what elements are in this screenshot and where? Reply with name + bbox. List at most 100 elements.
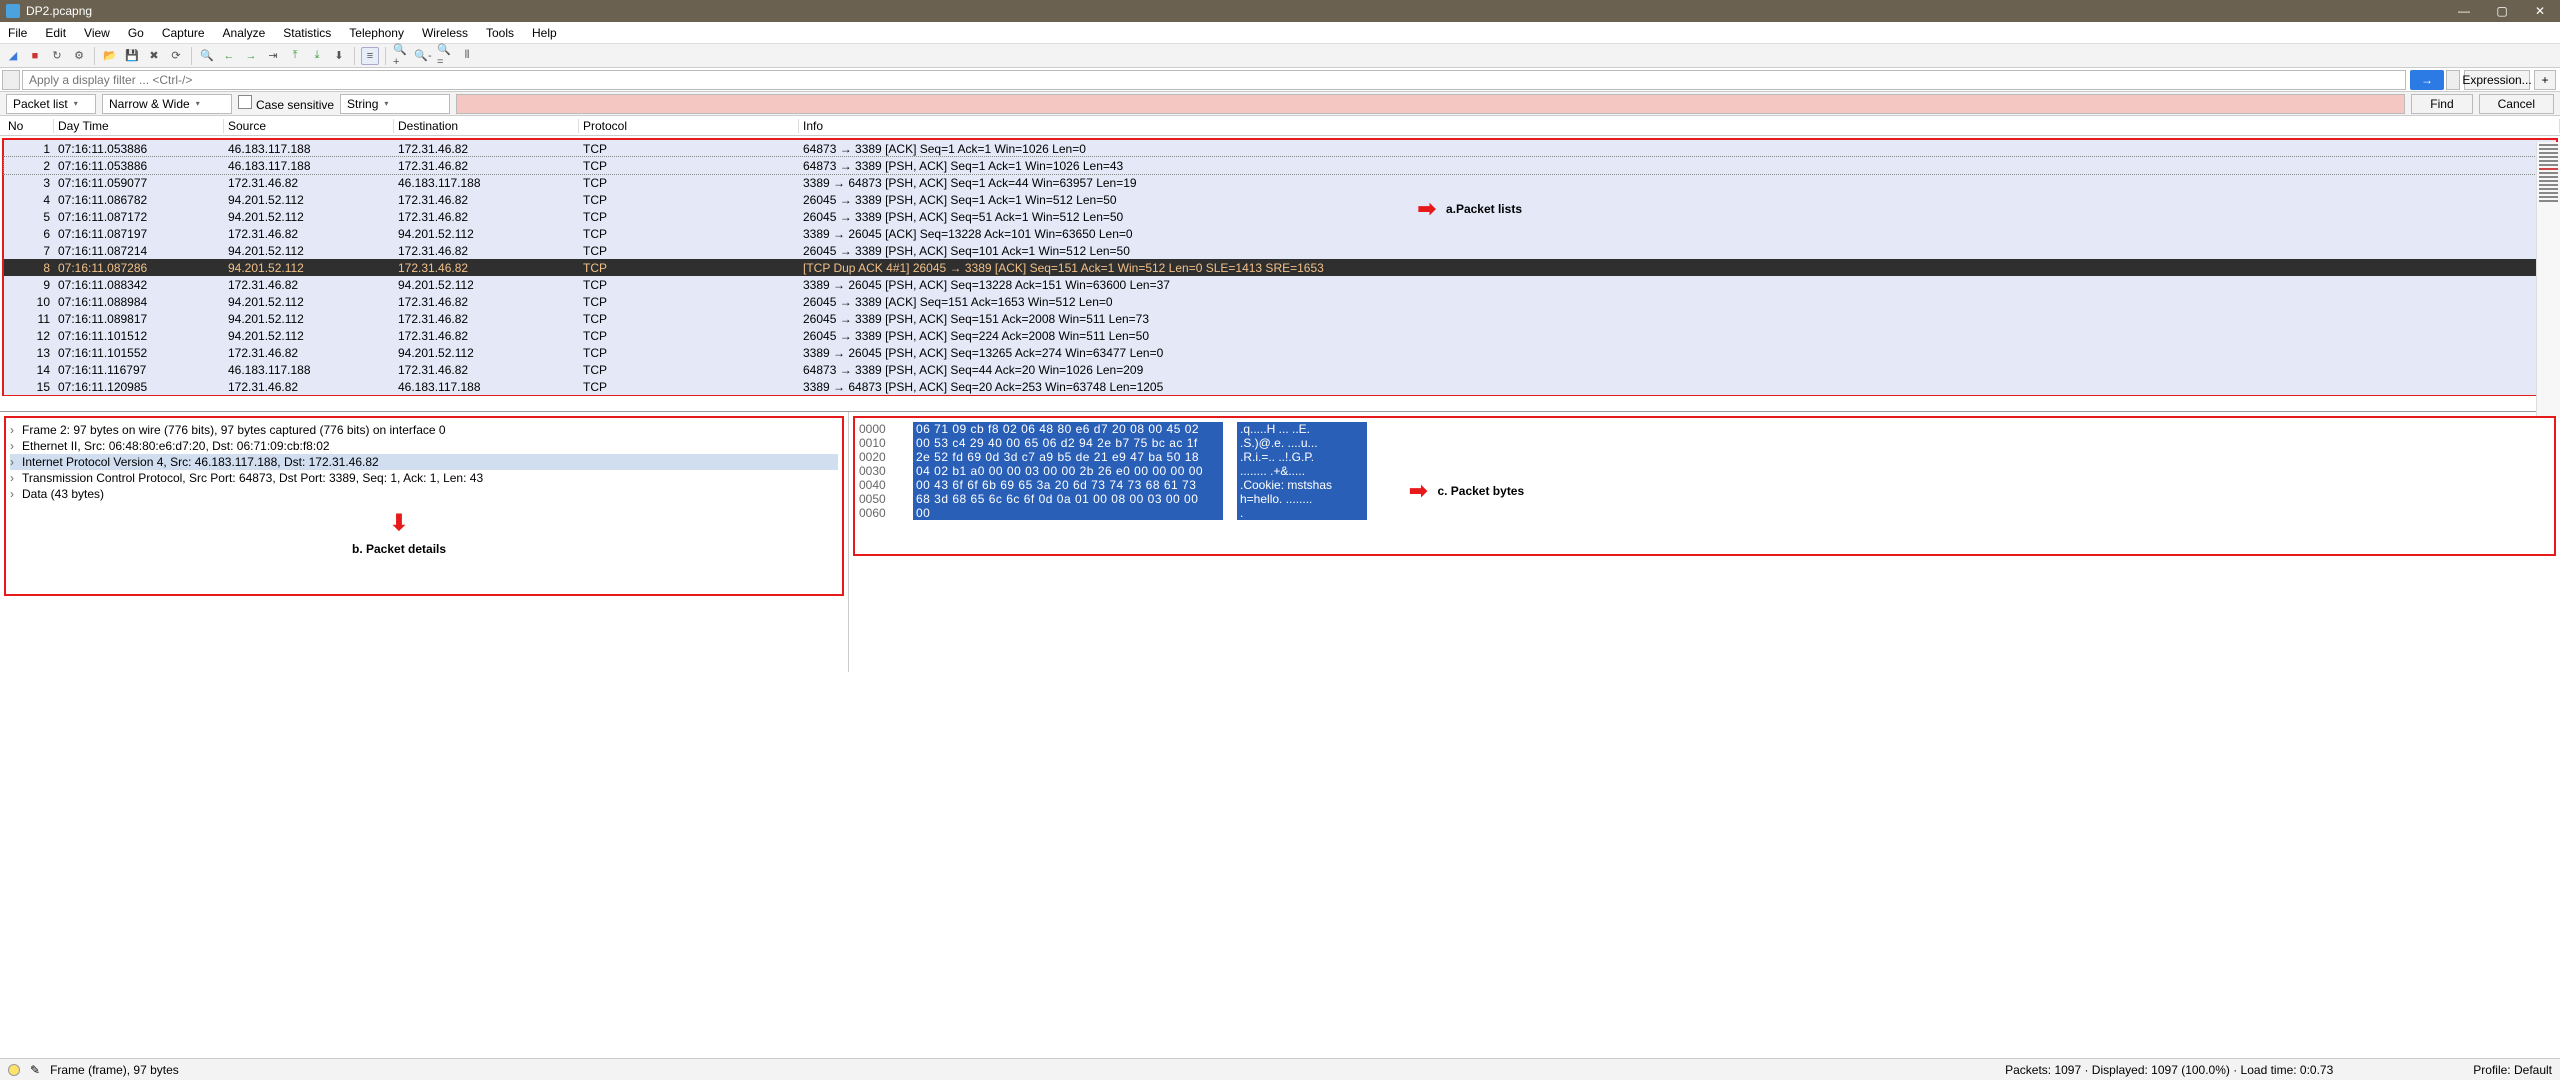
zoom-out-icon[interactable]: 🔍- [414, 47, 432, 65]
status-profile[interactable]: Profile: Default [2473, 1063, 2552, 1077]
colorize-icon[interactable]: ≡ [361, 47, 379, 65]
statusbar: ✎ Frame (frame), 97 bytes Packets: 1097 … [0, 1058, 2560, 1080]
menu-file[interactable]: File [8, 26, 27, 40]
save-file-icon[interactable]: 💾 [123, 47, 141, 65]
annotation-packet-bytes: c. Packet bytes [1409, 478, 1524, 504]
table-row[interactable]: 607:16:11.087197172.31.46.8294.201.52.11… [4, 225, 2556, 242]
find-type-combo[interactable]: String [340, 94, 450, 114]
close-file-icon[interactable]: ✖ [145, 47, 163, 65]
expression-button[interactable]: Expression... [2464, 70, 2530, 90]
cancel-button[interactable]: Cancel [2479, 94, 2554, 114]
table-row[interactable]: 307:16:11.059077172.31.46.8246.183.117.1… [4, 174, 2556, 191]
restart-capture-icon[interactable]: ↻ [48, 47, 66, 65]
annotation-packet-lists: a.Packet lists [1418, 196, 1523, 222]
go-back-icon[interactable]: ← [220, 47, 238, 65]
hex-row[interactable]: 001000 53 c4 29 40 00 65 06 d2 94 2e b7 … [859, 436, 2550, 450]
find-input[interactable] [456, 94, 2405, 114]
menu-go[interactable]: Go [128, 26, 144, 40]
header-destination[interactable]: Destination [394, 119, 579, 133]
find-bar: Packet list Narrow & Wide Case sensitive… [0, 92, 2560, 116]
minimize-icon[interactable]: — [2458, 4, 2470, 18]
table-row[interactable]: 107:16:11.05388646.183.117.188172.31.46.… [4, 140, 2556, 157]
detail-row[interactable]: Internet Protocol Version 4, Src: 46.183… [10, 454, 838, 470]
expert-info-icon[interactable] [8, 1064, 20, 1076]
table-row[interactable]: 1507:16:11.120985172.31.46.8246.183.117.… [4, 378, 2556, 395]
table-row[interactable]: 207:16:11.05388646.183.117.188172.31.46.… [4, 157, 2556, 174]
packet-minimap[interactable] [2536, 142, 2560, 418]
close-icon[interactable]: ✕ [2534, 4, 2546, 18]
go-first-icon[interactable]: ⤒ [286, 47, 304, 65]
menu-statistics[interactable]: Statistics [283, 26, 331, 40]
packet-details-pane: Frame 2: 97 bytes on wire (776 bits), 97… [0, 412, 849, 672]
add-filter-button[interactable]: + [2534, 70, 2556, 90]
detail-row[interactable]: Data (43 bytes) [10, 486, 838, 502]
hex-row[interactable]: 000006 71 09 cb f8 02 06 48 80 e6 d7 20 … [859, 422, 2550, 436]
go-to-packet-icon[interactable]: ⇥ [264, 47, 282, 65]
find-packet-icon[interactable]: 🔍 [198, 47, 216, 65]
hex-row[interactable]: 005068 3d 68 65 6c 6c 6f 0d 0a 01 00 08 … [859, 492, 2550, 506]
find-scope-combo[interactable]: Packet list [6, 94, 96, 114]
detail-row[interactable]: Transmission Control Protocol, Src Port:… [10, 470, 838, 486]
find-charset-combo[interactable]: Narrow & Wide [102, 94, 232, 114]
table-row[interactable]: 507:16:11.08717294.201.52.112172.31.46.8… [4, 208, 2556, 225]
display-filter-input[interactable] [22, 70, 2406, 90]
window-title: DP2.pcapng [26, 4, 92, 18]
packet-bytes-pane: 000006 71 09 cb f8 02 06 48 80 e6 d7 20 … [849, 412, 2560, 672]
annotation-packet-details: b. Packet details [352, 510, 446, 556]
menu-edit[interactable]: Edit [45, 26, 66, 40]
table-row[interactable]: 807:16:11.08728694.201.52.112172.31.46.8… [4, 259, 2556, 276]
hex-row[interactable]: 006000. [859, 506, 2550, 520]
zoom-in-icon[interactable]: 🔍+ [392, 47, 410, 65]
table-row[interactable]: 907:16:11.088342172.31.46.8294.201.52.11… [4, 276, 2556, 293]
detail-row[interactable]: Ethernet II, Src: 06:48:80:e6:d7:20, Dst… [10, 438, 838, 454]
app-logo-icon [6, 4, 20, 18]
filter-history-dropdown[interactable] [2446, 70, 2460, 90]
go-last-icon[interactable]: ⤓ [308, 47, 326, 65]
titlebar: DP2.pcapng — ▢ ✕ [0, 0, 2560, 22]
find-button[interactable]: Find [2411, 94, 2472, 114]
start-capture-icon[interactable]: ◢ [4, 47, 22, 65]
case-sensitive-checkbox[interactable]: Case sensitive [238, 95, 334, 112]
hex-row[interactable]: 003004 02 b1 a0 00 00 03 00 00 2b 26 e0 … [859, 464, 2550, 478]
menu-telephony[interactable]: Telephony [349, 26, 404, 40]
open-file-icon[interactable]: 📂 [101, 47, 119, 65]
display-filter-bar: → Expression... + [0, 68, 2560, 92]
table-row[interactable]: 1407:16:11.11679746.183.117.188172.31.46… [4, 361, 2556, 378]
packet-list-headers: No Day Time Source Destination Protocol … [0, 116, 2560, 136]
status-left: Frame (frame), 97 bytes [50, 1063, 179, 1077]
toolbar: ◢ ■ ↻ ⚙ 📂 💾 ✖ ⟳ 🔍 ← → ⇥ ⤒ ⤓ ⬇ ≡ 🔍+ 🔍- 🔍=… [0, 44, 2560, 68]
table-row[interactable]: 1107:16:11.08981794.201.52.112172.31.46.… [4, 310, 2556, 327]
bookmark-filter-icon[interactable] [2, 70, 20, 90]
menu-help[interactable]: Help [532, 26, 557, 40]
table-row[interactable]: 1307:16:11.101552172.31.46.8294.201.52.1… [4, 344, 2556, 361]
maximize-icon[interactable]: ▢ [2496, 4, 2508, 18]
edit-capture-comment-icon[interactable]: ✎ [30, 1063, 40, 1077]
menu-tools[interactable]: Tools [486, 26, 514, 40]
detail-row[interactable]: Frame 2: 97 bytes on wire (776 bits), 97… [10, 422, 838, 438]
menu-capture[interactable]: Capture [162, 26, 205, 40]
auto-scroll-icon[interactable]: ⬇ [330, 47, 348, 65]
header-time[interactable]: Day Time [54, 119, 224, 133]
menu-wireless[interactable]: Wireless [422, 26, 468, 40]
header-info[interactable]: Info [799, 119, 2560, 133]
header-no[interactable]: No [4, 119, 54, 133]
capture-options-icon[interactable]: ⚙ [70, 47, 88, 65]
table-row[interactable]: 707:16:11.08721494.201.52.112172.31.46.8… [4, 242, 2556, 259]
status-packets: Packets: 1097 · Displayed: 1097 (100.0%)… [2005, 1063, 2333, 1077]
menu-view[interactable]: View [84, 26, 110, 40]
resize-columns-icon[interactable]: ⫴ [458, 47, 476, 65]
hex-row[interactable]: 004000 43 6f 6f 6b 69 65 3a 20 6d 73 74 … [859, 478, 2550, 492]
hex-row[interactable]: 00202e 52 fd 69 0d 3d c7 a9 b5 de 21 e9 … [859, 450, 2550, 464]
header-source[interactable]: Source [224, 119, 394, 133]
table-row[interactable]: 1207:16:11.10151294.201.52.112172.31.46.… [4, 327, 2556, 344]
go-forward-icon[interactable]: → [242, 47, 260, 65]
zoom-reset-icon[interactable]: 🔍= [436, 47, 454, 65]
apply-filter-button[interactable]: → [2410, 70, 2444, 90]
menu-analyze[interactable]: Analyze [223, 26, 266, 40]
stop-capture-icon[interactable]: ■ [26, 47, 44, 65]
table-row[interactable]: 407:16:11.08678294.201.52.112172.31.46.8… [4, 191, 2556, 208]
table-row[interactable]: 1007:16:11.08898494.201.52.112172.31.46.… [4, 293, 2556, 310]
packet-list-pane: 107:16:11.05388646.183.117.188172.31.46.… [0, 136, 2560, 412]
header-protocol[interactable]: Protocol [579, 119, 799, 133]
reload-icon[interactable]: ⟳ [167, 47, 185, 65]
